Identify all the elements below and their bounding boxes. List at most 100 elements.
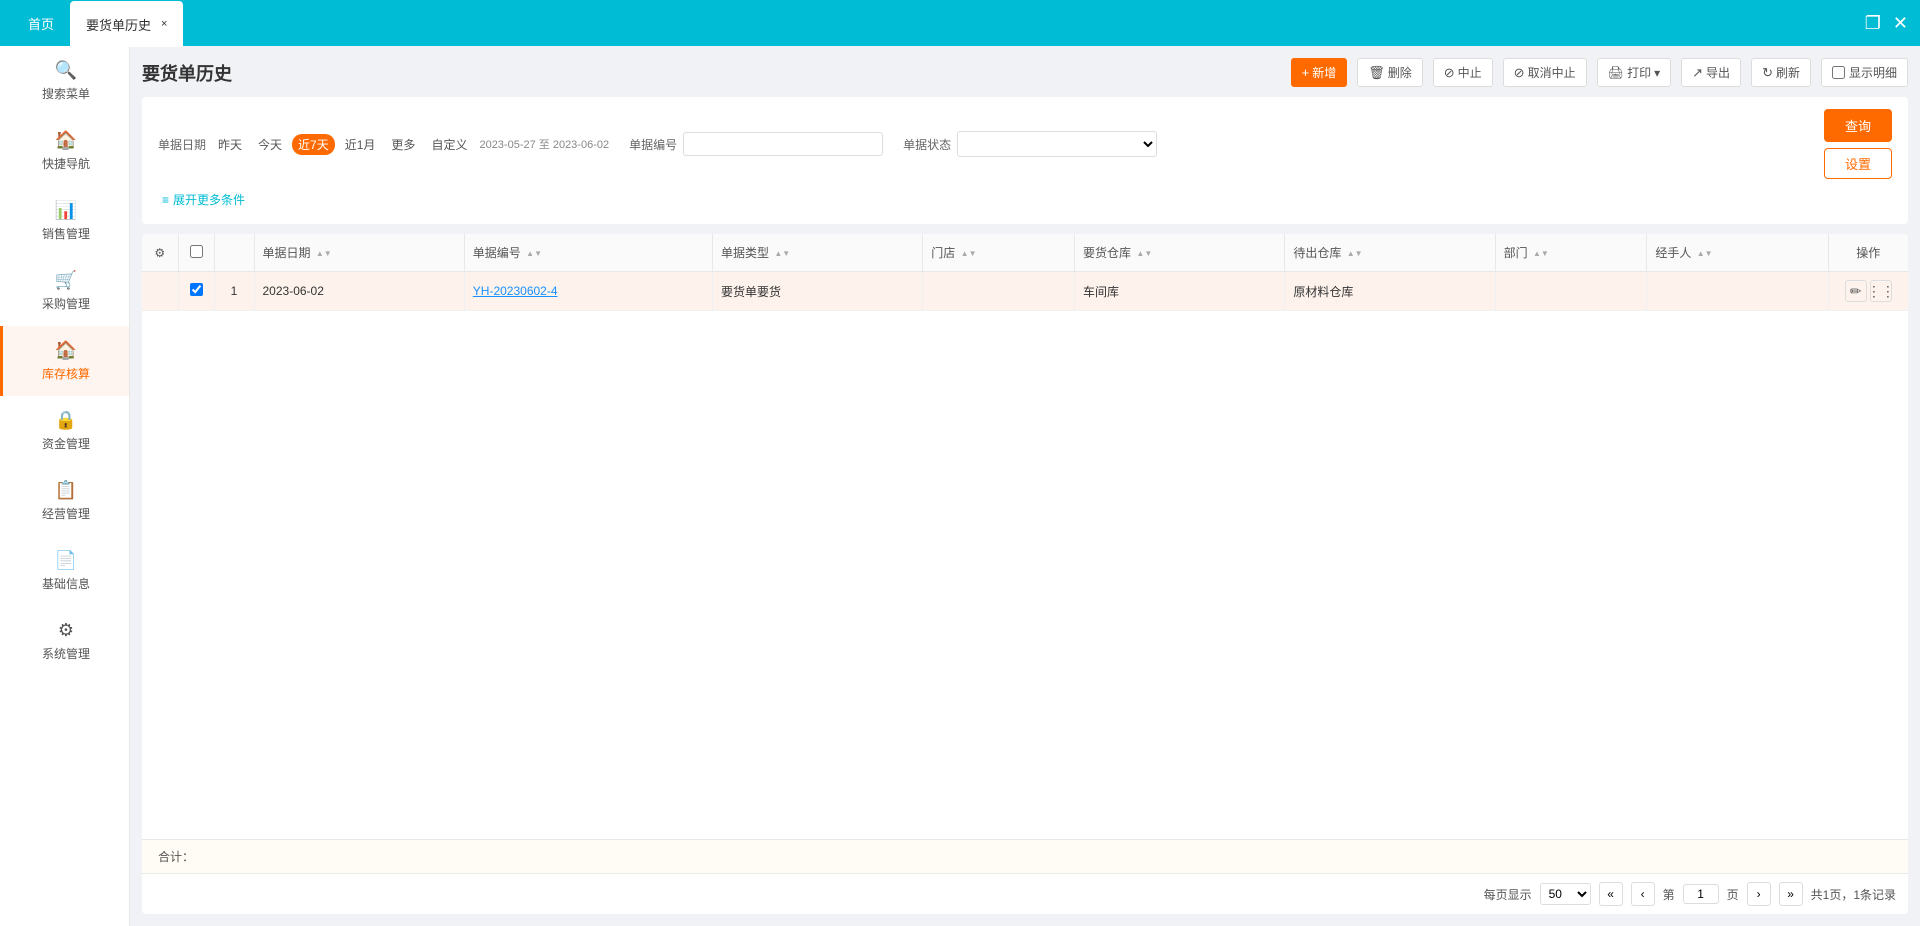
sidebar-item-funds-mgmt[interactable]: 🔒 资金管理 bbox=[0, 396, 129, 466]
print-icon: 🖨 bbox=[1608, 65, 1625, 81]
bill-status-select[interactable] bbox=[957, 131, 1157, 157]
col-pending-warehouse[interactable]: 待出仓库 ▲▼ bbox=[1285, 234, 1495, 272]
cell-req-warehouse: 车间库 bbox=[1075, 272, 1285, 311]
col-department[interactable]: 部门 ▲▼ bbox=[1495, 234, 1647, 272]
pagination: 每页显示 50 20 100 200 « ‹ 第 页 › » 共1页，1条记录 bbox=[142, 873, 1908, 914]
sort-bill-date: ▲▼ bbox=[316, 249, 332, 258]
refresh-button[interactable]: ↻ 刷新 bbox=[1751, 58, 1811, 87]
bill-status-label: 单据状态 bbox=[903, 136, 951, 153]
page-header: 要货单历史 + 新增 🗑 删除 ⊘ 中止 ⊘ bbox=[142, 58, 1908, 87]
page-number-input[interactable] bbox=[1683, 884, 1719, 904]
window-close-btn[interactable]: ✕ bbox=[1893, 13, 1908, 34]
stop-button[interactable]: ⊘ 中止 bbox=[1433, 58, 1493, 87]
row-more-icon[interactable]: ⋮⋮ bbox=[1870, 280, 1892, 302]
col-handler[interactable]: 经手人 ▲▼ bbox=[1647, 234, 1828, 272]
quick-nav-icon: 🏠 bbox=[55, 130, 77, 151]
col-bill-type[interactable]: 单据类型 ▲▼ bbox=[713, 234, 923, 272]
sidebar-item-basic-info[interactable]: 📄 基础信息 bbox=[0, 536, 129, 606]
cell-pending-warehouse: 原材料仓库 bbox=[1285, 272, 1495, 311]
sidebar-item-purchase-mgmt[interactable]: 🛒 采购管理 bbox=[0, 256, 129, 326]
expand-more-btn[interactable]: ≡ 展开更多条件 bbox=[158, 187, 249, 212]
prev-page-btn[interactable]: ‹ bbox=[1631, 882, 1655, 906]
sidebar-item-sys-mgmt[interactable]: ⚙ 系统管理 bbox=[0, 606, 129, 676]
next-page-btn[interactable]: › bbox=[1747, 882, 1771, 906]
print-button[interactable]: 🖨 打印 ▾ bbox=[1597, 58, 1672, 87]
settings-button[interactable]: 设置 bbox=[1824, 148, 1892, 179]
sidebar-item-quick-nav[interactable]: 🏠 快捷导航 bbox=[0, 116, 129, 186]
summary-label: 合计： bbox=[158, 850, 194, 864]
tab-requisition-history[interactable]: 要货单历史 × bbox=[70, 1, 183, 47]
tab-home-label: 首页 bbox=[28, 14, 54, 33]
col-num bbox=[214, 234, 254, 272]
shortcut-more[interactable]: 更多 bbox=[385, 134, 421, 155]
last-page-btn[interactable]: » bbox=[1779, 882, 1803, 906]
topbar-right-actions: ❐ ✕ bbox=[1865, 13, 1908, 34]
tab-close-icon[interactable]: × bbox=[161, 18, 167, 30]
col-req-warehouse[interactable]: 要货仓库 ▲▼ bbox=[1075, 234, 1285, 272]
cell-bill-no[interactable]: YH-20230602-4 bbox=[464, 272, 712, 311]
col-check bbox=[178, 234, 214, 272]
cell-department bbox=[1495, 272, 1647, 311]
page-size-select[interactable]: 50 20 100 200 bbox=[1540, 883, 1591, 905]
col-settings[interactable]: ⚙ bbox=[142, 234, 178, 272]
shortcut-custom[interactable]: 自定义 bbox=[425, 134, 473, 155]
sort-department: ▲▼ bbox=[1533, 249, 1549, 258]
total-info: 共1页，1条记录 bbox=[1811, 886, 1896, 903]
toolbar: + 新增 🗑 删除 ⊘ 中止 ⊘ 取消中止 bbox=[1291, 58, 1908, 87]
cell-store bbox=[923, 272, 1075, 311]
sidebar-item-ops-mgmt[interactable]: 📋 经营管理 bbox=[0, 466, 129, 536]
sidebar-item-label-sales-mgmt: 销售管理 bbox=[42, 225, 90, 242]
sidebar-item-label-basic-info: 基础信息 bbox=[42, 575, 90, 592]
show-detail-checkbox[interactable]: 显示明细 bbox=[1821, 58, 1908, 87]
cell-check[interactable] bbox=[178, 272, 214, 311]
sidebar-item-search-menu[interactable]: 🔍 搜索菜单 bbox=[0, 46, 129, 116]
sort-bill-type: ▲▼ bbox=[774, 249, 790, 258]
data-table: ⚙ 单据日期 ▲▼ 单据编号 bbox=[142, 234, 1908, 311]
page-title: 要货单历史 bbox=[142, 60, 232, 86]
sidebar-item-inventory-calc[interactable]: 🏠 库存核算 bbox=[0, 326, 129, 396]
check-all[interactable] bbox=[190, 245, 203, 258]
shortcut-last7days[interactable]: 近7天 bbox=[292, 134, 335, 155]
bill-number-input[interactable] bbox=[683, 132, 883, 156]
expand-more-icon: ≡ bbox=[162, 193, 169, 207]
export-icon: ↗ bbox=[1692, 65, 1703, 81]
bill-no-link[interactable]: YH-20230602-4 bbox=[473, 284, 558, 298]
cell-settings bbox=[142, 272, 178, 311]
row-check[interactable] bbox=[190, 283, 203, 296]
shortcut-today[interactable]: 今天 bbox=[252, 134, 288, 155]
col-bill-no[interactable]: 单据编号 ▲▼ bbox=[464, 234, 712, 272]
sort-req-warehouse: ▲▼ bbox=[1136, 249, 1152, 258]
sort-bill-no: ▲▼ bbox=[526, 249, 542, 258]
table-row[interactable]: 1 2023-06-02 YH-20230602-4 要货单要货 车间库 原材料… bbox=[142, 272, 1908, 311]
sidebar: 🔍 搜索菜单 🏠 快捷导航 📊 销售管理 🛒 采购管理 🏠 库存核算 🔒 bbox=[0, 46, 130, 926]
col-store[interactable]: 门店 ▲▼ bbox=[923, 234, 1075, 272]
sort-handler: ▲▼ bbox=[1697, 249, 1713, 258]
shortcut-yesterday[interactable]: 昨天 bbox=[212, 134, 248, 155]
cancel-stop-button[interactable]: ⊘ 取消中止 bbox=[1503, 58, 1587, 87]
window-restore-btn[interactable]: ❐ bbox=[1865, 13, 1881, 34]
table-container[interactable]: ⚙ 单据日期 ▲▼ 单据编号 bbox=[142, 234, 1908, 839]
row-edit-icon[interactable]: ✏ bbox=[1845, 280, 1867, 302]
shortcut-last-month[interactable]: 近1月 bbox=[339, 134, 382, 155]
sidebar-item-sales-mgmt[interactable]: 📊 销售管理 bbox=[0, 186, 129, 256]
new-button[interactable]: + 新增 bbox=[1291, 58, 1348, 87]
search-menu-icon: 🔍 bbox=[55, 60, 77, 81]
query-button[interactable]: 查询 bbox=[1824, 109, 1892, 142]
cancel-stop-icon: ⊘ bbox=[1514, 65, 1525, 81]
cancel-stop-btn-label: 取消中止 bbox=[1528, 64, 1576, 81]
print-btn-label: 打印 bbox=[1627, 64, 1651, 81]
export-button[interactable]: ↗ 导出 bbox=[1681, 58, 1741, 87]
sidebar-item-label-search-menu: 搜索菜单 bbox=[42, 85, 90, 102]
col-bill-date[interactable]: 单据日期 ▲▼ bbox=[254, 234, 464, 272]
page-jump-label: 页 bbox=[1727, 886, 1739, 903]
show-detail-input[interactable] bbox=[1832, 66, 1845, 79]
sidebar-item-label-inventory-calc: 库存核算 bbox=[42, 365, 90, 382]
date-shortcuts: 昨天 今天 近7天 近1月 更多 自定义 bbox=[212, 134, 473, 155]
delete-btn-label: 删除 bbox=[1388, 64, 1412, 81]
first-page-btn[interactable]: « bbox=[1599, 882, 1623, 906]
sort-pending-warehouse: ▲▼ bbox=[1347, 249, 1363, 258]
col-operations: 操作 bbox=[1828, 234, 1908, 272]
tab-home[interactable]: 首页 bbox=[12, 0, 70, 46]
stop-btn-label: 中止 bbox=[1458, 64, 1482, 81]
delete-button[interactable]: 🗑 删除 bbox=[1357, 58, 1423, 87]
